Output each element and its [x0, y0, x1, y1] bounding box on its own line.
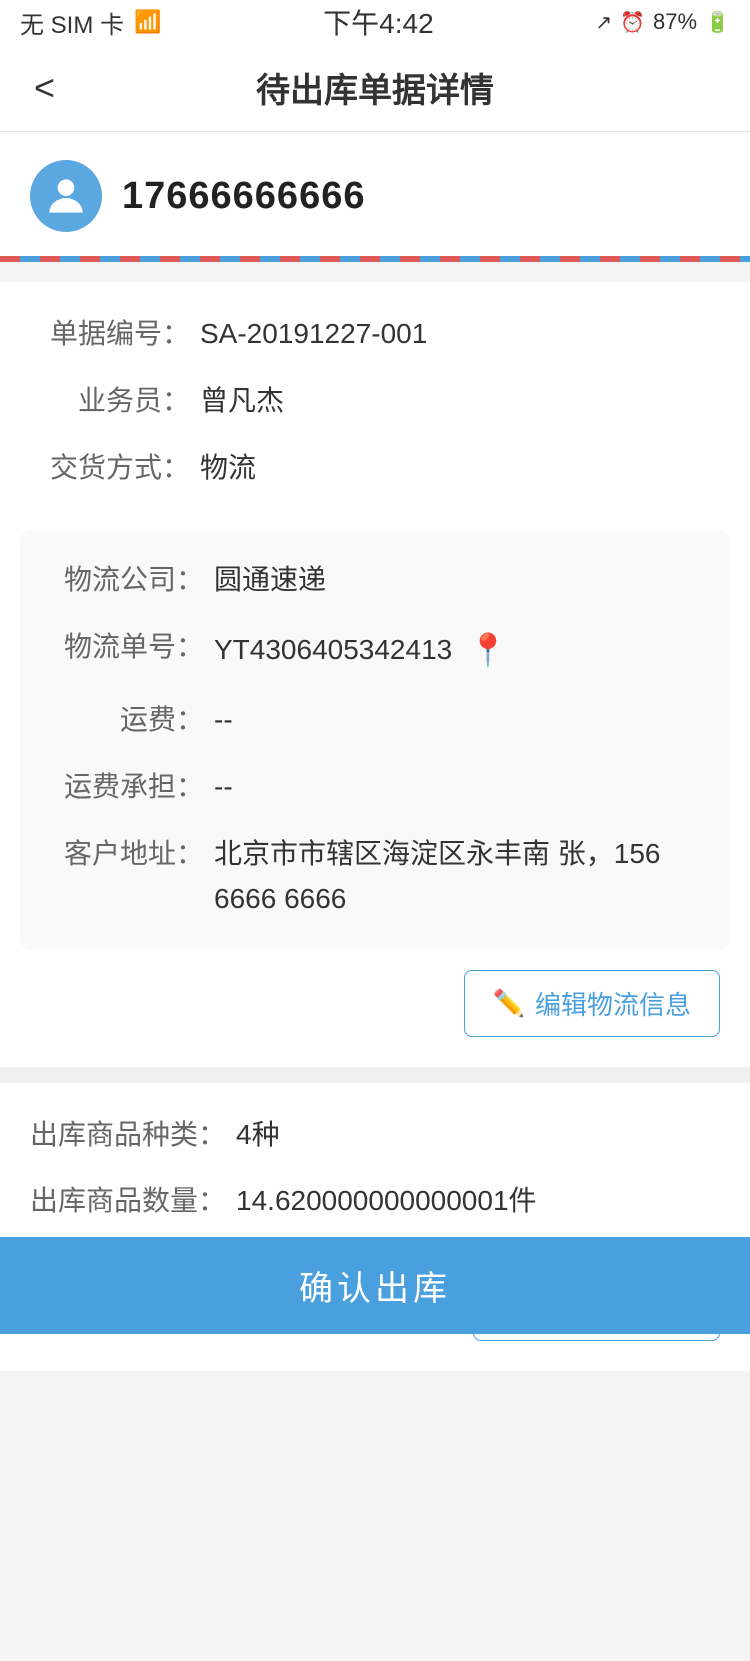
- logistics-company-row: 物流公司： 圆通速递: [44, 558, 706, 603]
- product-type-row: 出库商品种类： 4种: [30, 1113, 720, 1158]
- order-info-section: 单据编号： SA-20191227-001 业务员： 曾凡杰 交货方式： 物流: [0, 282, 750, 520]
- product-quantity-row: 出库商品数量： 14.620000000000001件: [30, 1179, 720, 1224]
- logistics-freight-value: --: [204, 698, 706, 743]
- logistics-address-row: 客户地址： 北京市市辖区海淀区永丰南 张，156 6666 6666: [44, 832, 706, 922]
- logistics-tracking-container: YT43064053424​13 📍: [204, 625, 706, 676]
- color-divider: [0, 256, 750, 262]
- empty-area: [0, 1371, 750, 1571]
- logistics-address-label: 客户地址：: [44, 832, 204, 877]
- logistics-address-value: 北京市市辖区海淀区永丰南 张，156 6666 6666: [204, 832, 706, 922]
- status-right: ↗ ⏰ 87% 🔋: [595, 9, 730, 35]
- product-type-value: 4种: [226, 1113, 720, 1158]
- delivery-method-row: 交货方式： 物流: [30, 446, 720, 491]
- sales-person-row: 业务员： 曾凡杰: [30, 379, 720, 424]
- confirm-btn-label: 确认出库: [299, 1270, 451, 1308]
- battery-label: 87%: [653, 9, 697, 35]
- sales-person-value: 曾凡杰: [190, 379, 720, 424]
- product-type-label: 出库商品种类：: [30, 1113, 226, 1158]
- customer-phone: 17666666666: [122, 175, 365, 218]
- logistics-freight-bearer-label: 运费承担：: [44, 765, 204, 810]
- page-title: 待出库单据详情: [256, 63, 494, 112]
- wifi-icon: 📶: [134, 9, 161, 35]
- edit-btn-label: 编辑物流信息: [535, 985, 691, 1022]
- back-button[interactable]: <: [24, 57, 65, 119]
- logistics-company-label: 物流公司：: [44, 558, 204, 603]
- customer-row: 17666666666: [30, 160, 720, 256]
- nav-bar: < 待出库单据详情: [0, 44, 750, 132]
- gray-separator-1: [0, 1067, 750, 1083]
- logistics-tracking-label: 物流单号：: [44, 625, 204, 670]
- product-quantity-value: 14.620000000000001件: [226, 1179, 720, 1224]
- status-time: 下午4:42: [323, 2, 434, 42]
- edit-btn-container: ✏️ 编辑物流信息: [0, 950, 750, 1067]
- confirm-btn-container[interactable]: 确认出库: [0, 1237, 750, 1334]
- doc-number-row: 单据编号： SA-20191227-001: [30, 312, 720, 357]
- status-bar: 无 SIM 卡 📶 下午4:42 ↗ ⏰ 87% 🔋: [0, 0, 750, 44]
- avatar: [30, 160, 102, 232]
- alarm-icon: ⏰: [620, 10, 645, 35]
- product-quantity-label: 出库商品数量：: [30, 1179, 226, 1224]
- delivery-method-label: 交货方式：: [30, 446, 190, 491]
- location-icon: ↗: [595, 10, 612, 35]
- sales-person-label: 业务员：: [30, 379, 190, 424]
- doc-number-label: 单据编号：: [30, 312, 190, 357]
- logistics-freight-bearer-value: --: [204, 765, 706, 810]
- logistics-section-wrapper: 物流公司： 圆通速递 物流单号： YT43064053424​13 📍 运费： …: [0, 520, 750, 949]
- location-pin-icon[interactable]: 📍: [468, 625, 508, 676]
- logistics-tracking-value: YT43064053424​13: [214, 628, 452, 673]
- edit-icon: ✏️: [493, 988, 525, 1019]
- logistics-tracking-row: 物流单号： YT43064053424​13 📍: [44, 625, 706, 676]
- customer-section: 17666666666: [0, 132, 750, 256]
- edit-logistics-button[interactable]: ✏️ 编辑物流信息: [464, 970, 720, 1037]
- doc-number-value: SA-20191227-001: [190, 312, 720, 357]
- carrier-label: 无 SIM 卡: [20, 5, 124, 40]
- product-section: 出库商品种类： 4种 出库商品数量： 14.620000000000001件: [0, 1083, 750, 1255]
- battery-icon: 🔋: [705, 10, 730, 35]
- logistics-freight-bearer-row: 运费承担： --: [44, 765, 706, 810]
- logistics-freight-row: 运费： --: [44, 698, 706, 743]
- delivery-method-value: 物流: [190, 446, 720, 491]
- logistics-card: 物流公司： 圆通速递 物流单号： YT43064053424​13 📍 运费： …: [20, 530, 730, 949]
- logistics-company-value: 圆通速递: [204, 558, 706, 603]
- person-icon: [41, 171, 91, 221]
- status-left: 无 SIM 卡 📶: [20, 5, 161, 40]
- logistics-freight-label: 运费：: [44, 698, 204, 743]
